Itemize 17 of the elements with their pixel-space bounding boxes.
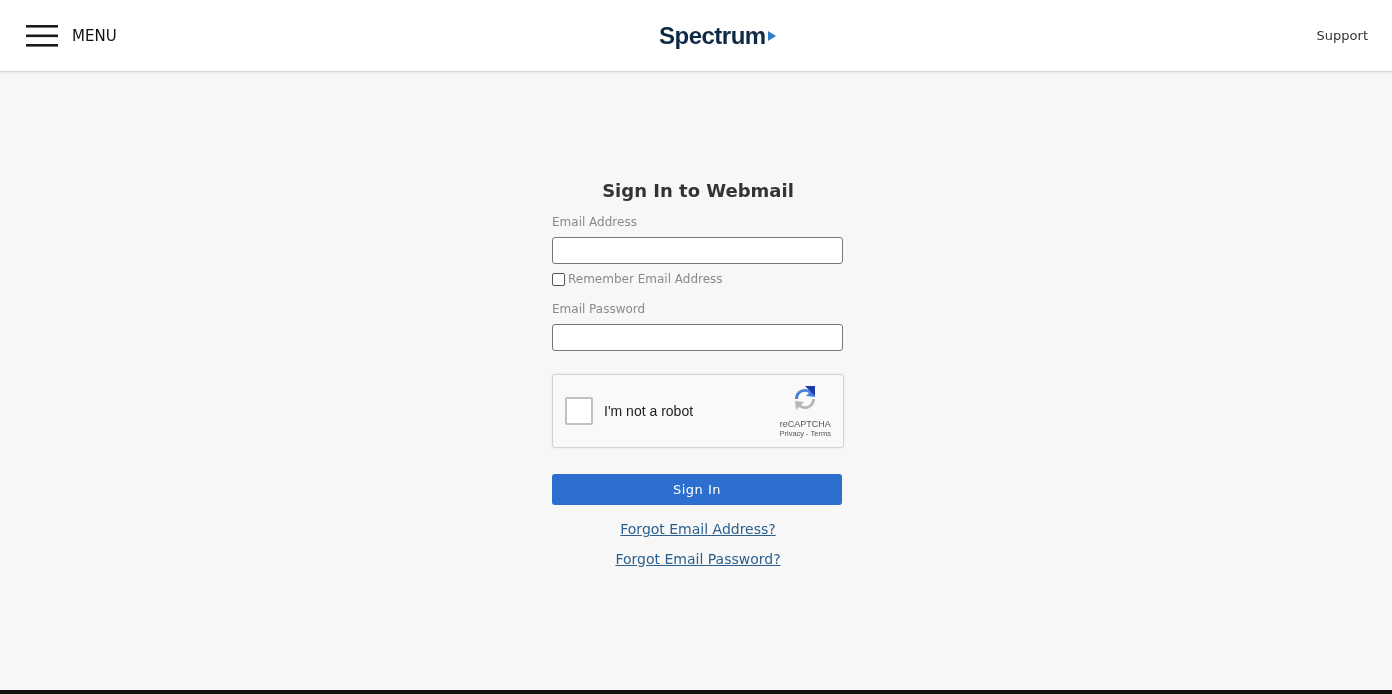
logo-text[interactable]: Spectrum — [659, 22, 766, 50]
form-title: Sign In to Webmail — [601, 180, 795, 201]
menu-button[interactable]: MENU — [26, 24, 117, 47]
email-input[interactable] — [552, 237, 843, 264]
forgot-link[interactable]: Forgot Email Password? — [615, 551, 781, 567]
forgot-link[interactable]: Forgot Email Address? — [620, 521, 776, 537]
captcha-brand: reCAPTCHA — [779, 419, 831, 429]
checkbox[interactable] — [552, 272, 565, 286]
field-label: Email Address — [552, 215, 638, 229]
captcha-checkbox[interactable] — [565, 397, 593, 425]
captcha-label: I'm not a robot — [604, 403, 694, 419]
menu-icon — [26, 24, 58, 47]
password-input[interactable] — [552, 324, 843, 351]
support-link[interactable]: Support — [1316, 28, 1368, 43]
sign-in-button[interactable]: Sign In — [552, 474, 842, 505]
field-label: Email Password — [552, 302, 647, 316]
triangle-icon — [767, 31, 776, 41]
